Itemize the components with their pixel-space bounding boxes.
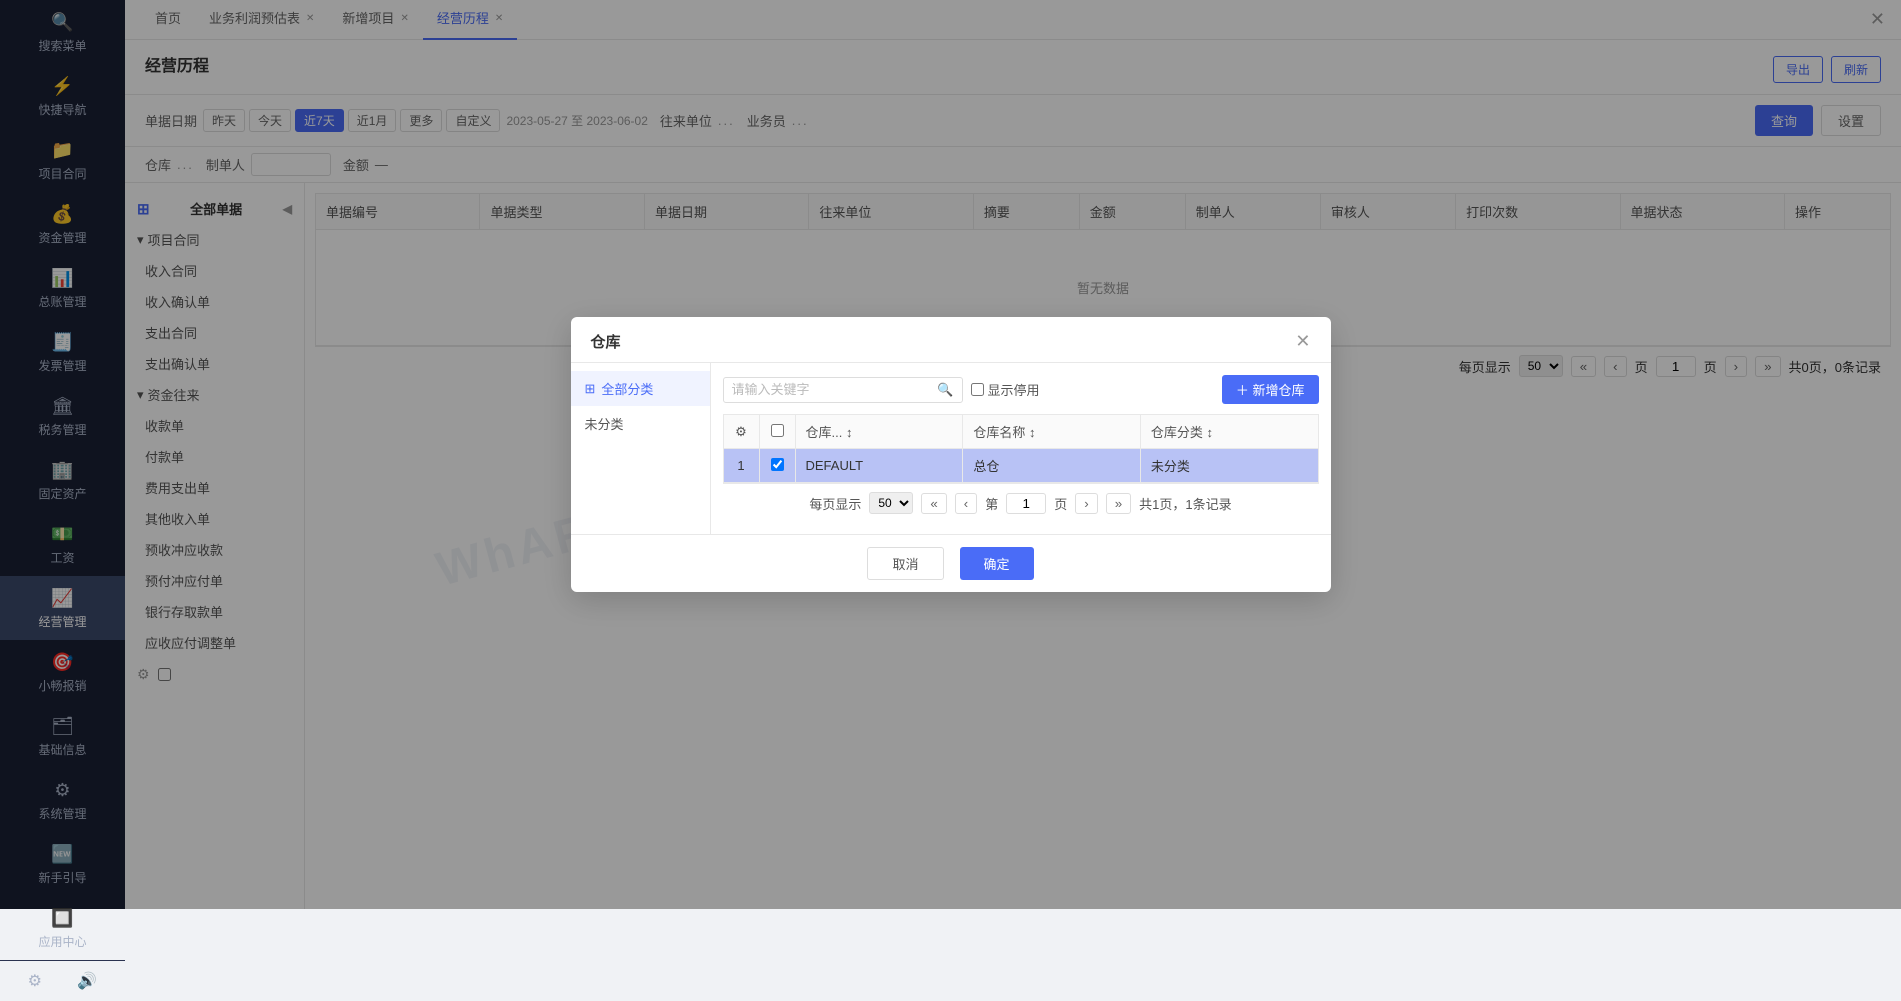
modal-total: 共1页，1条记录 xyxy=(1139,494,1231,513)
col-checkbox-header xyxy=(759,415,795,449)
col-gear: ⚙ xyxy=(723,415,759,449)
col-warehouse-category[interactable]: 仓库分类 ↕ xyxy=(1140,415,1318,449)
row-checkbox xyxy=(759,449,795,483)
speaker-icon[interactable]: 🔊 xyxy=(77,971,97,991)
apps-icon: 🔲 xyxy=(51,908,73,929)
modal-page-text: 第 xyxy=(985,494,998,513)
settings-icon[interactable]: ⚙ xyxy=(28,971,42,991)
modal-footer-btns: 取消 确定 xyxy=(571,534,1331,592)
modal-sidebar: ⊞ 全部分类 未分类 xyxy=(571,363,711,534)
search-wrap: 🔍 xyxy=(723,377,963,403)
warehouse-modal: 仓库 ✕ ⊞ 全部分类 未分类 🔍 xyxy=(571,317,1331,592)
sidebar-bottom: ⚙ 🔊 xyxy=(0,960,125,1001)
show-disabled-checkbox[interactable] xyxy=(971,383,984,396)
modal-first-btn[interactable]: « xyxy=(921,493,946,514)
col-warehouse-name[interactable]: 仓库名称 ↕ xyxy=(963,415,1141,449)
warehouse-search-input[interactable] xyxy=(732,382,934,397)
modal-sidebar-all[interactable]: ⊞ 全部分类 xyxy=(571,371,710,406)
table-gear-icon[interactable]: ⚙ xyxy=(735,424,747,439)
modal-next-btn[interactable]: › xyxy=(1075,493,1097,514)
table-row[interactable]: 1 DEFAULT 总仓 未分类 xyxy=(723,449,1318,483)
grid-icon: ⊞ xyxy=(585,381,596,397)
modal-toolbar: 🔍 显示停用 ＋ 新增仓库 xyxy=(723,375,1319,404)
sidebar-label-apps: 应用中心 xyxy=(38,933,86,950)
col-warehouse-code[interactable]: 仓库... ↕ xyxy=(795,415,963,449)
modal-last-btn[interactable]: » xyxy=(1106,493,1131,514)
modal-page-text-2: 页 xyxy=(1054,494,1067,513)
select-all-checkbox[interactable] xyxy=(771,424,784,437)
modal-overlay[interactable]: 仓库 ✕ ⊞ 全部分类 未分类 🔍 xyxy=(0,0,1901,909)
modal-prev-btn[interactable]: ‹ xyxy=(955,493,977,514)
modal-content: 🔍 显示停用 ＋ 新增仓库 ⚙ xyxy=(711,363,1331,534)
row-select-checkbox[interactable] xyxy=(771,458,784,471)
modal-body: ⊞ 全部分类 未分类 🔍 显示停用 xyxy=(571,363,1331,534)
show-disabled-label[interactable]: 显示停用 xyxy=(971,380,1040,399)
modal-close-button[interactable]: ✕ xyxy=(1295,331,1310,352)
modal-sidebar-unclassified[interactable]: 未分类 xyxy=(571,406,710,441)
row-gear: 1 xyxy=(723,449,759,483)
search-icon[interactable]: 🔍 xyxy=(937,382,953,398)
add-warehouse-button[interactable]: ＋ 新增仓库 xyxy=(1222,375,1319,404)
modal-pagination: 每页显示 50 « ‹ 第 页 › » 共1页，1条记录 xyxy=(723,483,1319,522)
modal-title: 仓库 xyxy=(591,331,621,352)
row-category: 未分类 xyxy=(1140,449,1318,483)
modal-per-page-select[interactable]: 50 xyxy=(869,492,913,514)
warehouse-table: ⚙ 仓库... ↕ 仓库名称 ↕ xyxy=(723,414,1319,483)
confirm-button[interactable]: 确定 xyxy=(960,547,1034,580)
row-code: DEFAULT xyxy=(795,449,963,483)
row-name: 总仓 xyxy=(963,449,1141,483)
modal-page-input[interactable] xyxy=(1006,493,1046,514)
modal-header: 仓库 ✕ xyxy=(571,317,1331,363)
cancel-button[interactable]: 取消 xyxy=(867,547,943,580)
modal-per-page-label: 每页显示 xyxy=(809,494,861,513)
